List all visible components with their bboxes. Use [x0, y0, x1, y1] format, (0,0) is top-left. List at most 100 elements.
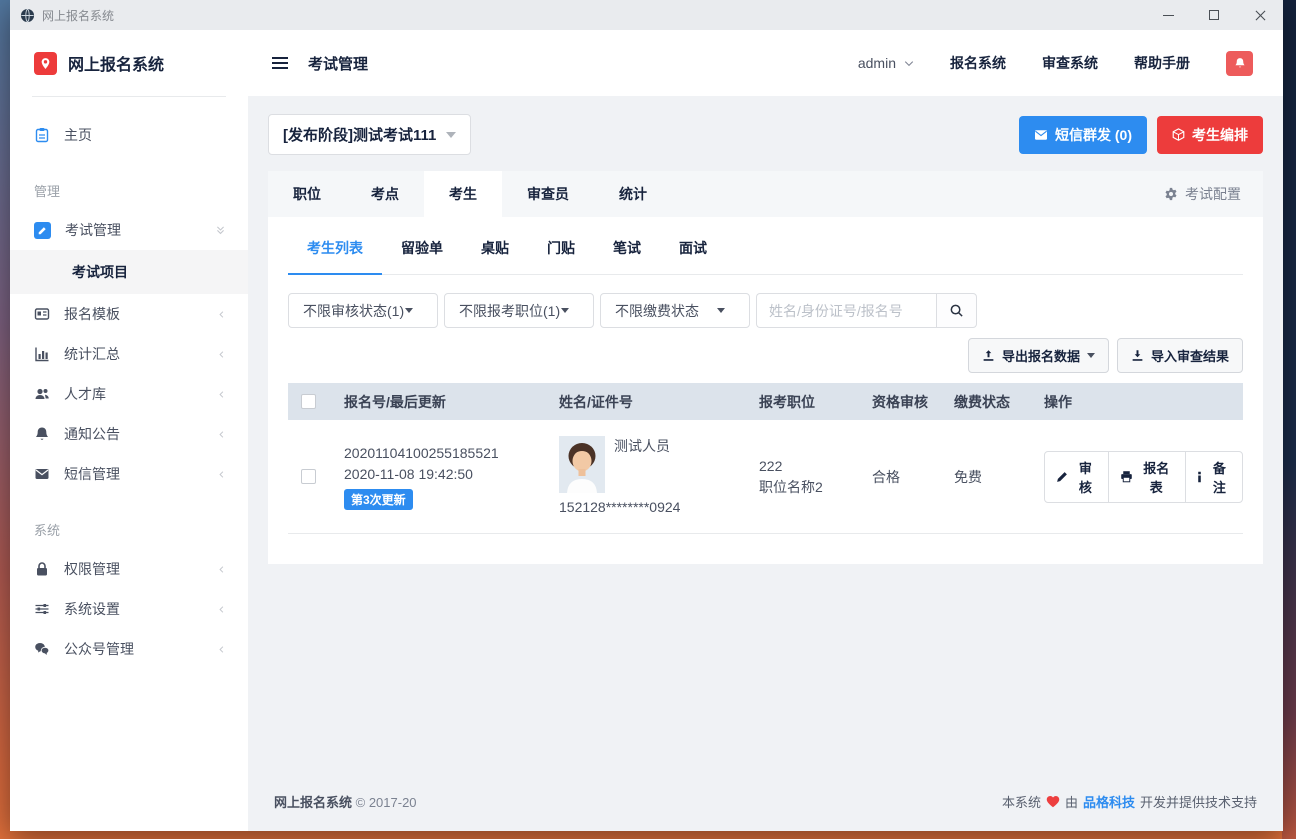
- sidebar-item-reg-template[interactable]: 报名模板: [10, 294, 248, 334]
- sidebar-section-manage: 管理: [10, 155, 248, 210]
- users-icon: [34, 386, 50, 402]
- sms-broadcast-label: 短信群发 (0): [1055, 125, 1132, 145]
- remark-button[interactable]: 备注: [1185, 451, 1243, 503]
- chevron-down-icon: [446, 132, 456, 138]
- edit-icon: [1056, 471, 1068, 483]
- search-button[interactable]: [936, 293, 977, 328]
- tab-reviewer[interactable]: 审查员: [502, 171, 594, 217]
- maximize-button[interactable]: [1191, 0, 1237, 30]
- sidebar-item-label: 短信管理: [64, 464, 120, 484]
- tab-statistics[interactable]: 统计: [594, 171, 672, 217]
- footer-copyright: 网上报名系统 © 2017-20: [274, 792, 417, 811]
- export-data-label: 导出报名数据: [1002, 346, 1080, 365]
- position-select[interactable]: 不限报考职位(1): [444, 293, 594, 328]
- minimize-button[interactable]: [1145, 0, 1191, 30]
- sidebar-item-sms[interactable]: 短信管理: [10, 454, 248, 494]
- chevron-left-icon: [217, 564, 226, 575]
- footer-company-link[interactable]: 品格科技: [1083, 792, 1135, 811]
- link-registration-system[interactable]: 报名系统: [950, 53, 1006, 73]
- registration-form-label: 报名表: [1139, 458, 1174, 496]
- chevron-down-icon: [561, 308, 569, 313]
- search-icon: [949, 303, 964, 318]
- subtab-desk-label[interactable]: 桌贴: [462, 223, 528, 274]
- col-header-payment: 缴费状态: [938, 392, 1028, 412]
- chevron-left-icon: [217, 604, 226, 615]
- mail-icon: [34, 466, 50, 482]
- subtab-candidate-list[interactable]: 考生列表: [288, 223, 382, 275]
- row-checkbox[interactable]: [301, 469, 316, 484]
- payment-status-value: 不限缴费状态: [615, 301, 717, 321]
- candidate-photo[interactable]: [559, 436, 605, 493]
- sidebar-item-settings[interactable]: 系统设置: [10, 589, 248, 629]
- candidate-name: 测试人员: [614, 436, 670, 493]
- subtab-written-exam[interactable]: 笔试: [594, 223, 660, 274]
- sidebar-item-label: 主页: [64, 125, 92, 145]
- sliders-icon: [34, 601, 50, 617]
- sidebar-item-talent-pool[interactable]: 人才库: [10, 374, 248, 414]
- tab-site[interactable]: 考点: [346, 171, 424, 217]
- footer-brand: 网上报名系统: [274, 795, 352, 810]
- audit-status-select[interactable]: 不限审核状态(1): [288, 293, 438, 328]
- sidebar-item-stats[interactable]: 统计汇总: [10, 334, 248, 374]
- search-input[interactable]: [756, 293, 936, 328]
- sms-broadcast-button[interactable]: 短信群发 (0): [1019, 116, 1147, 154]
- subtab-door-label[interactable]: 门贴: [528, 223, 594, 274]
- lock-icon: [34, 561, 50, 577]
- location-pin-icon: [34, 52, 57, 75]
- close-button[interactable]: [1237, 0, 1283, 30]
- sidebar-item-label: 考试管理: [65, 220, 121, 240]
- download-icon: [1131, 349, 1144, 362]
- top-header: 考试管理 admin 报名系统 审查系统 帮助手册: [248, 30, 1283, 96]
- col-header-position: 报考职位: [743, 392, 856, 412]
- idcard-icon: [34, 306, 50, 322]
- export-data-button[interactable]: 导出报名数据: [968, 338, 1109, 373]
- payment-status-select[interactable]: 不限缴费状态: [600, 293, 750, 328]
- sub-tabbar: 考生列表 留验单 桌贴 门贴 笔试 面试: [288, 223, 1243, 275]
- chevron-down-icon: [717, 308, 725, 313]
- user-dropdown[interactable]: admin: [858, 55, 914, 71]
- table-header-row: 报名号/最后更新 姓名/证件号 报考职位 资格审核 缴费状态 操作: [288, 383, 1243, 420]
- hamburger-icon[interactable]: [272, 57, 288, 69]
- chevron-left-icon: [217, 309, 226, 320]
- candidate-arrange-button[interactable]: 考生编排: [1157, 116, 1263, 154]
- footer-credit-suffix: 开发并提供技术支持: [1140, 792, 1257, 811]
- sidebar-item-label: 通知公告: [64, 424, 120, 444]
- sidebar-subitem-exam-project[interactable]: 考试项目: [10, 250, 248, 294]
- link-review-system[interactable]: 审查系统: [1042, 53, 1098, 73]
- exam-config-button[interactable]: 考试配置: [1164, 171, 1263, 217]
- notification-button[interactable]: [1226, 51, 1253, 76]
- last-updated: 2020-11-08 19:42:50: [344, 464, 543, 484]
- sidebar-brand: 网上报名系统: [10, 30, 248, 96]
- tab-candidate[interactable]: 考生: [424, 171, 502, 217]
- col-header-operations: 操作: [1028, 392, 1243, 412]
- footer-credit-prefix: 本系统: [1002, 792, 1041, 811]
- tab-position[interactable]: 职位: [268, 171, 346, 217]
- sidebar-item-notice[interactable]: 通知公告: [10, 414, 248, 454]
- user-name: admin: [858, 55, 896, 71]
- sidebar-item-wechat-account[interactable]: 公众号管理: [10, 629, 248, 669]
- page-footer: 网上报名系统 © 2017-20 本系统 由 品格科技 开发并提供技术支持: [268, 778, 1263, 831]
- audit-button[interactable]: 审核: [1044, 451, 1109, 503]
- main-tabbar: 职位 考点 考生 审查员 统计 考试配置: [268, 171, 1263, 217]
- payment-status: 免费: [954, 469, 982, 485]
- link-help-manual[interactable]: 帮助手册: [1134, 53, 1190, 73]
- update-count-badge: 第3次更新: [344, 489, 413, 510]
- registration-form-button[interactable]: 报名表: [1108, 451, 1186, 503]
- select-all-checkbox[interactable]: [301, 394, 316, 409]
- chevron-down-icon: [405, 308, 413, 313]
- subtab-retention-slip[interactable]: 留验单: [382, 223, 462, 274]
- col-header-name: 姓名/证件号: [543, 392, 743, 412]
- sidebar-item-label: 统计汇总: [64, 344, 120, 364]
- sidebar-item-permissions[interactable]: 权限管理: [10, 549, 248, 589]
- exam-selector[interactable]: [发布阶段]测试考试111: [268, 114, 471, 155]
- sidebar-item-exam-manage[interactable]: 考试管理: [10, 210, 248, 250]
- import-review-button[interactable]: 导入审查结果: [1117, 338, 1243, 373]
- sidebar-item-home[interactable]: 主页: [10, 115, 248, 155]
- registration-number: 20201104100255185521: [344, 443, 543, 463]
- subtab-interview[interactable]: 面试: [660, 223, 726, 274]
- info-icon: [1197, 471, 1202, 483]
- footer-years: © 2017-20: [356, 795, 417, 810]
- sidebar-menu: 主页 管理 考试管理 考试项目: [10, 97, 248, 669]
- cube-icon: [1172, 128, 1185, 142]
- position-value: 不限报考职位(1): [459, 301, 561, 321]
